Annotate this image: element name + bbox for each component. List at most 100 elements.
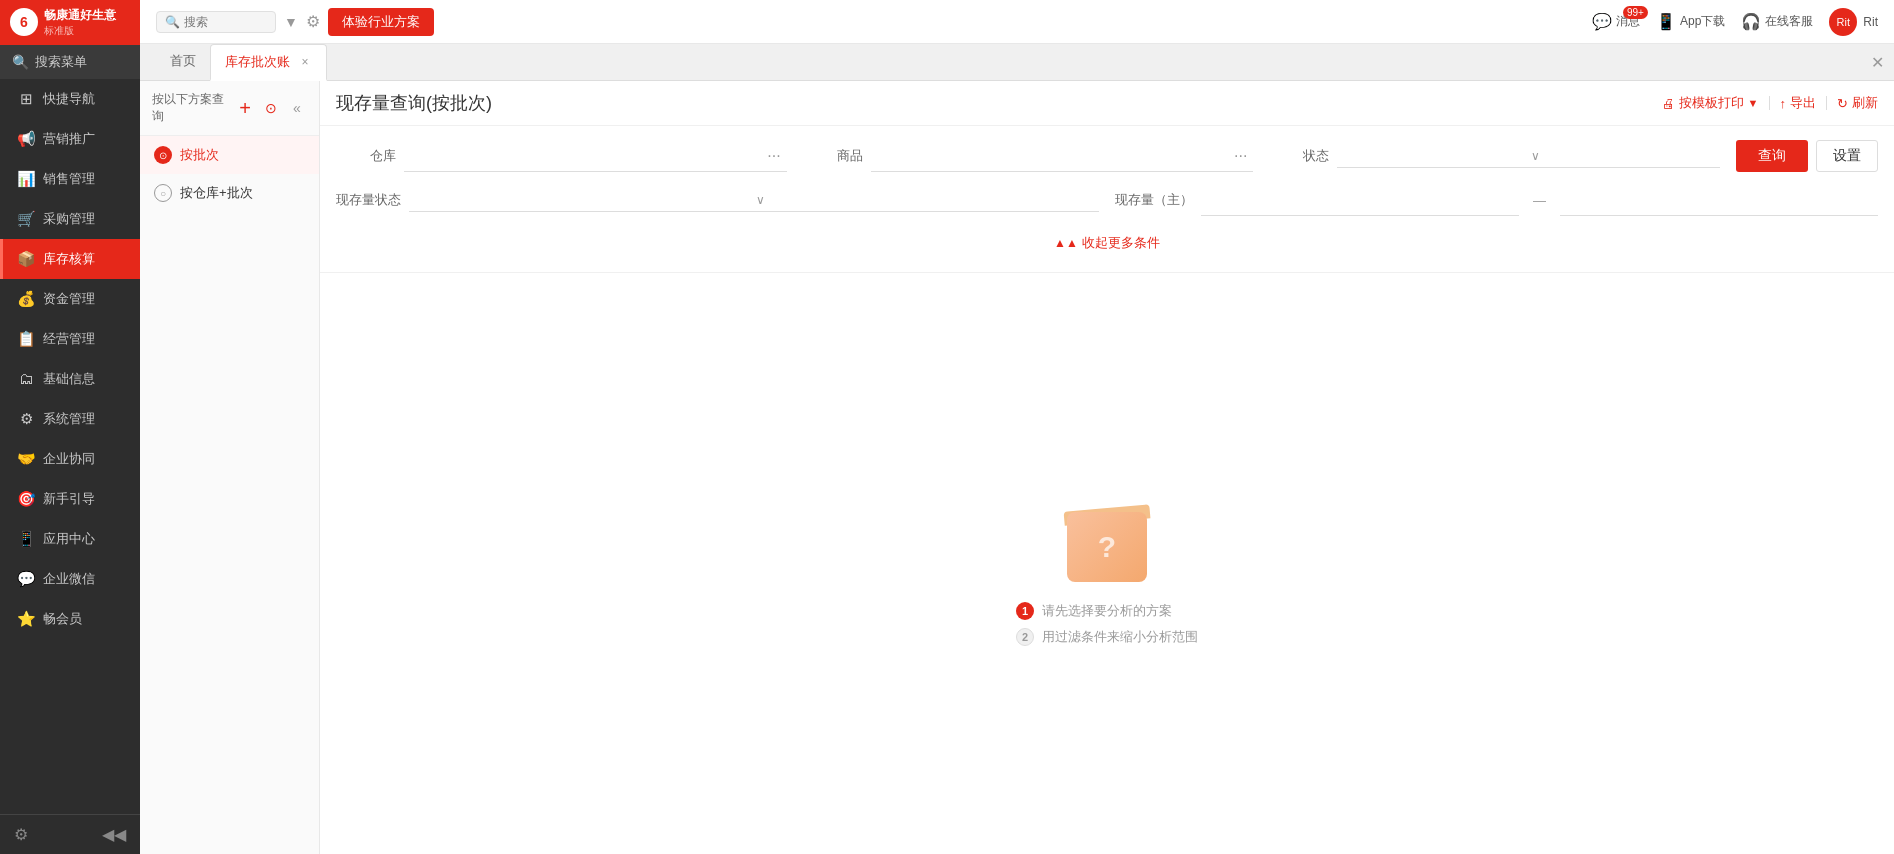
empty-state: 1 请先选择要分析的方案 2 用过滤条件来缩小分析范围	[320, 273, 1894, 854]
inventory-qty-to-input[interactable]	[1566, 188, 1872, 211]
warehouse-label: 仓库	[336, 147, 396, 165]
topbar-search-input[interactable]	[184, 15, 264, 29]
product-input[interactable]	[877, 144, 1234, 167]
username-label: Rit	[1863, 15, 1878, 29]
sidebar-header: 6 畅康通好生意 标准版	[0, 0, 140, 45]
page-header: 现存量查询(按批次) 🖨 按模板打印 ▼ ↑ 导出 ↻ 刷	[320, 81, 1894, 126]
sidebar-item-app-center[interactable]: 📱 应用中心	[0, 519, 140, 559]
tab-close-icon[interactable]: ×	[298, 55, 312, 69]
sidebar-item-basic[interactable]: 🗂 基础信息	[0, 359, 140, 399]
settings-icon[interactable]: ⚙	[14, 825, 28, 844]
range-dash: —	[1527, 193, 1552, 208]
dropdown-arrow-icon[interactable]: ▼	[284, 14, 298, 30]
status-filter: 状态 ∨	[1269, 145, 1720, 168]
print-dropdown-icon[interactable]: ▼	[1748, 97, 1759, 109]
content-right: 现存量查询(按批次) 🖨 按模板打印 ▼ ↑ 导出 ↻ 刷	[320, 81, 1894, 854]
empty-illustration	[1057, 482, 1157, 582]
enterprise-icon: 🤝	[17, 450, 35, 468]
menu-toggle-icon[interactable]: ◀◀	[102, 825, 126, 844]
inventory-qty-from-input[interactable]	[1207, 188, 1513, 211]
settings-gear-icon[interactable]: ⚙	[306, 12, 320, 31]
print-icon: 🖨	[1662, 96, 1675, 111]
brand-info: 畅康通好生意 标准版	[44, 8, 116, 37]
tab-batch-account[interactable]: 库存批次账 ×	[210, 44, 327, 81]
filter-row-1: 仓库 ··· 商品 ··· 状态	[336, 140, 1878, 172]
scheme-item-by-batch[interactable]: ⊙ 按批次	[140, 136, 319, 174]
warehouse-filter: 仓库 ···	[336, 140, 787, 172]
member-icon: ⭐	[17, 610, 35, 628]
product-label: 商品	[803, 147, 863, 165]
sidebar-item-wechat[interactable]: 💬 企业微信	[0, 559, 140, 599]
inventory-qty-to	[1560, 184, 1878, 216]
sidebar-item-enterprise[interactable]: 🤝 企业协同	[0, 439, 140, 479]
sidebar-bottom: ⚙ ◀◀	[0, 814, 140, 854]
search-icon: 🔍	[12, 54, 29, 70]
system-icon: ⚙	[17, 410, 35, 428]
online-service-button[interactable]: 🎧 在线客服	[1741, 12, 1813, 31]
close-page-button[interactable]: ✕	[1861, 53, 1894, 72]
inventory-status-select-wrap[interactable]: ∨	[409, 189, 1099, 212]
warehouse-input[interactable]	[410, 144, 767, 167]
trial-button[interactable]: 体验行业方案	[328, 8, 434, 36]
sidebar-item-sales[interactable]: 📊 销售管理	[0, 159, 140, 199]
page-content: 按以下方案查询 + ⊙ « ⊙ 按批次 ○ 按仓库+批次	[140, 81, 1894, 854]
tip2-text: 用过滤条件来缩小分析范围	[1042, 628, 1198, 646]
sales-icon: 📊	[17, 170, 35, 188]
status-select-wrap[interactable]: ∨	[1337, 145, 1720, 168]
topbar-left: 🔍 ▼ ⚙ 体验行业方案	[156, 8, 1582, 36]
inventory-qty-from	[1201, 184, 1519, 216]
sidebar-item-purchase[interactable]: 🛒 采购管理	[0, 199, 140, 239]
user-profile[interactable]: Rit Rit	[1829, 8, 1878, 36]
inventory-qty-label: 现存量（主）	[1115, 191, 1193, 209]
app-center-icon: 📱	[17, 530, 35, 548]
headset-icon: 🎧	[1741, 12, 1761, 31]
warehouse-more-icon[interactable]: ···	[767, 147, 780, 165]
sidebar-item-operations[interactable]: 📋 经营管理	[0, 319, 140, 359]
collapse-scheme-button[interactable]: «	[287, 98, 307, 118]
topbar-right: 💬 消息 99+ 📱 App下载 🎧 在线客服 Rit Rit	[1592, 8, 1878, 36]
scheme-panel: 按以下方案查询 + ⊙ « ⊙ 按批次 ○ 按仓库+批次	[140, 81, 320, 854]
finance-icon: 💰	[17, 290, 35, 308]
inventory-status-filter: 现存量状态 ∨	[336, 189, 1099, 212]
settings-button[interactable]: 设置	[1816, 140, 1878, 172]
product-input-wrap: ···	[871, 140, 1254, 172]
app-download-button[interactable]: 📱 App下载	[1656, 12, 1725, 31]
refresh-button[interactable]: ↻ 刷新	[1837, 94, 1878, 112]
scheme-settings-button[interactable]: ⊙	[261, 98, 281, 118]
sidebar-item-member[interactable]: ⭐ 畅会员	[0, 599, 140, 639]
message-icon: 💬	[1592, 12, 1612, 31]
product-more-icon[interactable]: ···	[1234, 147, 1247, 165]
export-button[interactable]: ↑ 导出	[1780, 94, 1817, 112]
sidebar-nav: ⊞ 快捷导航 📢 营销推广 📊 销售管理 🛒 采购管理 📦 库存核算 💰 资金管…	[0, 79, 140, 814]
collapse-up-icon: ▲▲	[1054, 236, 1078, 250]
warehouse-input-wrap: ···	[404, 140, 787, 172]
query-button[interactable]: 查询	[1736, 140, 1808, 172]
sidebar-item-system[interactable]: ⚙ 系统管理	[0, 399, 140, 439]
sidebar-item-guide[interactable]: 🎯 新手引导	[0, 479, 140, 519]
inventory-status-chevron-icon: ∨	[756, 193, 1093, 207]
topbar: 🔍 ▼ ⚙ 体验行业方案 💬 消息 99+ 📱 App下载 🎧 在线客服	[140, 0, 1894, 44]
search-menu-item[interactable]: 🔍 搜索菜单	[0, 45, 140, 79]
tab-home[interactable]: 首页	[156, 44, 210, 80]
topbar-search-box[interactable]: 🔍	[156, 11, 276, 33]
print-button[interactable]: 🖨 按模板打印 ▼	[1662, 94, 1759, 112]
sidebar-item-inventory[interactable]: 📦 库存核算	[0, 239, 140, 279]
purchase-icon: 🛒	[17, 210, 35, 228]
status-label: 状态	[1269, 147, 1329, 165]
status-chevron-icon: ∨	[1531, 149, 1714, 163]
sidebar-item-marketing[interactable]: 📢 营销推广	[0, 119, 140, 159]
inventory-status-label: 现存量状态	[336, 191, 401, 209]
divider	[1769, 96, 1770, 110]
divider2	[1826, 96, 1827, 110]
messages-button[interactable]: 💬 消息 99+	[1592, 12, 1640, 31]
scheme-inactive-icon: ○	[154, 184, 172, 202]
sidebar-item-finance[interactable]: 💰 资金管理	[0, 279, 140, 319]
scheme-item-by-warehouse-batch[interactable]: ○ 按仓库+批次	[140, 174, 319, 212]
main-area: 🔍 ▼ ⚙ 体验行业方案 💬 消息 99+ 📱 App下载 🎧 在线客服	[140, 0, 1894, 854]
collapse-filter-bar[interactable]: ▲▲ 收起更多条件	[336, 228, 1878, 258]
scheme-header-actions: + ⊙ «	[235, 98, 307, 118]
sidebar: 6 畅康通好生意 标准版 🔍 搜索菜单 ⊞ 快捷导航 📢 营销推广 📊 销售管理…	[0, 0, 140, 854]
sidebar-item-quick-nav[interactable]: ⊞ 快捷导航	[0, 79, 140, 119]
export-icon: ↑	[1780, 96, 1787, 111]
add-scheme-button[interactable]: +	[235, 98, 255, 118]
